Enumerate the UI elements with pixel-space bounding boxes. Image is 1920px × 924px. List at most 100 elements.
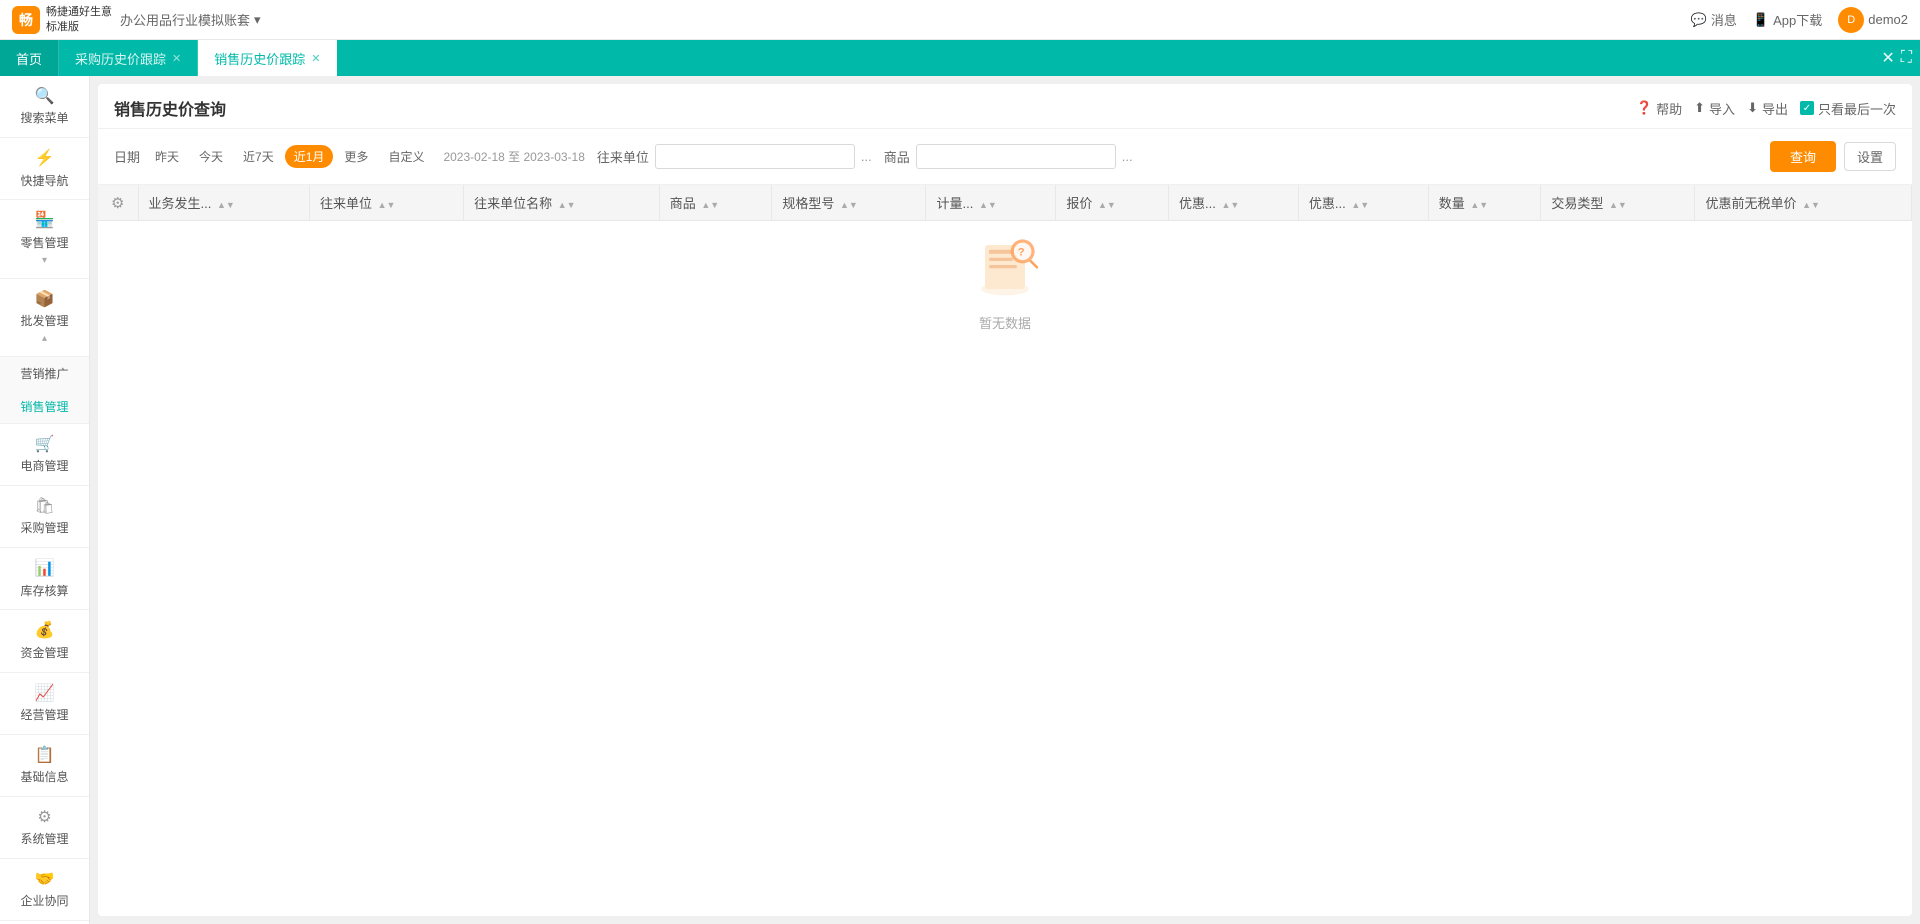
goods-label: 商品: [884, 147, 910, 166]
only-last-checkbox-group[interactable]: ✓ 只看最后一次: [1800, 99, 1896, 118]
sort-arrows-spec: ▲▼: [840, 200, 858, 210]
avatar: D: [1838, 7, 1864, 33]
message-button[interactable]: 💬 消息: [1691, 10, 1737, 29]
export-button[interactable]: ⬇ 导出: [1747, 99, 1788, 118]
purchase-icon: 🛍: [34, 496, 54, 518]
query-button[interactable]: 查询: [1770, 141, 1836, 172]
tab-purchase-history[interactable]: 采购历史价跟踪 ✕: [59, 40, 198, 76]
close-tab-sales[interactable]: ✕: [311, 52, 320, 65]
sidebar-item-purchase[interactable]: 🛍 采购管理: [0, 486, 89, 548]
help-button[interactable]: ❓ 帮助: [1636, 99, 1682, 118]
empty-state: ? 暂无数据: [98, 221, 1912, 332]
date-options: 昨天 今天 近7天 近1月 更多 自定义: [146, 145, 433, 168]
sidebar-item-sales-promotion[interactable]: 营销推广: [0, 357, 89, 390]
close-tab-purchase[interactable]: ✕: [172, 52, 181, 65]
app-download-button[interactable]: 📱 App下载: [1753, 10, 1822, 29]
enterprise-icon: 🤝: [35, 869, 55, 891]
table-col-goods[interactable]: 商品 ▲▼: [659, 185, 772, 221]
date-btn-1month[interactable]: 近1月: [285, 145, 334, 168]
table-col-qty[interactable]: 数量 ▲▼: [1428, 185, 1541, 221]
table-col-spec[interactable]: 规格型号 ▲▼: [772, 185, 926, 221]
sort-arrows-discount2: ▲▼: [1351, 200, 1369, 210]
operation-icon: 📈: [35, 683, 55, 705]
date-btn-7days[interactable]: 近7天: [234, 145, 283, 168]
sort-arrows-goods: ▲▼: [701, 200, 719, 210]
tab-home[interactable]: 首页: [0, 40, 59, 76]
table-col-settings[interactable]: ⚙: [98, 185, 138, 221]
sidebar-item-basic[interactable]: 📋 基础信息: [0, 735, 89, 797]
table-col-unit[interactable]: 计量... ▲▼: [926, 185, 1056, 221]
sort-arrows-unit: ▲▼: [979, 200, 997, 210]
sidebar-item-enterprise[interactable]: 🤝 企业协同: [0, 859, 89, 921]
table-col-discount1[interactable]: 优惠... ▲▼: [1168, 185, 1298, 221]
from-unit-label: 往来单位: [597, 147, 649, 166]
filter-bar: 日期 昨天 今天 近7天 近1月 更多 自定义 2023-02-18 至 202…: [98, 129, 1912, 185]
top-header: 畅 畅捷通好生意 标准版 办公用品行业模拟账套 ▾ 💬 消息 📱 App下载 D…: [0, 0, 1920, 40]
table-container: ⚙ 业务发生... ▲▼ 往来单位 ▲▼ 往来单位名称: [98, 185, 1912, 916]
empty-text: 暂无数据: [979, 313, 1031, 332]
sidebar-item-operation[interactable]: 📈 经营管理: [0, 673, 89, 735]
sidebar-item-quick-nav[interactable]: ⚡ 快捷导航: [0, 138, 89, 200]
ecom-icon: 🛒: [35, 434, 55, 456]
page-title: 销售历史价查询: [114, 96, 226, 120]
tab-sales-history[interactable]: 销售历史价跟踪 ✕: [198, 40, 337, 76]
goods-input[interactable]: [916, 144, 1116, 169]
table-col-discount2[interactable]: 优惠... ▲▼: [1298, 185, 1428, 221]
user-profile[interactable]: D demo2: [1838, 7, 1908, 33]
header-actions: ❓ 帮助 ⬆ 导入 ⬇ 导出 ✓ 只看最后一次: [1636, 99, 1896, 118]
message-icon: 💬: [1691, 12, 1707, 28]
table-col-unit-code[interactable]: 往来单位 ▲▼: [309, 185, 463, 221]
settings-button[interactable]: 设置: [1844, 142, 1896, 171]
wholesale-sub-menu: 营销推广 销售管理: [0, 357, 89, 424]
sidebar-item-wholesale[interactable]: 📦 批发管理 ▴: [0, 279, 89, 357]
system-icon: ⚙: [37, 807, 51, 829]
table-col-quote[interactable]: 报价 ▲▼: [1056, 185, 1169, 221]
goods-dots-button[interactable]: ...: [1122, 149, 1133, 164]
chevron-down-icon: ▾: [254, 12, 261, 28]
gear-icon[interactable]: ⚙: [111, 195, 124, 212]
sort-arrows-pretax-price: ▲▼: [1802, 200, 1820, 210]
table-col-unit-name[interactable]: 往来单位名称 ▲▼: [464, 185, 660, 221]
inventory-icon: 📊: [35, 558, 55, 580]
sort-arrows-unit-name: ▲▼: [558, 200, 576, 210]
from-unit-filter-group: 往来单位 ...: [597, 144, 872, 169]
quick-nav-icon: ⚡: [35, 148, 55, 170]
search-icon: 🔍: [35, 86, 55, 108]
from-unit-dots-button[interactable]: ...: [861, 149, 872, 164]
from-unit-input[interactable]: [655, 144, 855, 169]
sidebar-item-finance[interactable]: 💰 资金管理: [0, 610, 89, 672]
sort-arrows-discount1: ▲▼: [1221, 200, 1239, 210]
download-icon: 📱: [1753, 12, 1769, 28]
export-icon: ⬇: [1747, 100, 1758, 116]
sidebar: 🔍 搜索菜单 ⚡ 快捷导航 🏪 零售管理 ▾ 📦 批发管理 ▴ 营销推广 销售管…: [0, 76, 90, 924]
sidebar-item-inventory[interactable]: 📊 库存核算: [0, 548, 89, 610]
chevron-down-icon: ▾: [42, 254, 47, 268]
only-last-checkbox[interactable]: ✓: [1800, 101, 1814, 115]
empty-illustration: ?: [965, 221, 1045, 301]
import-button[interactable]: ⬆ 导入: [1694, 99, 1735, 118]
sidebar-item-ecom[interactable]: 🛒 电商管理: [0, 424, 89, 486]
sort-arrows-unit-code: ▲▼: [378, 200, 396, 210]
table-col-trade-type[interactable]: 交易类型 ▲▼: [1541, 185, 1695, 221]
sidebar-item-retail[interactable]: 🏪 零售管理 ▾: [0, 200, 89, 278]
date-filter-group: 日期 昨天 今天 近7天 近1月 更多 自定义 2023-02-18 至 202…: [114, 145, 585, 168]
sort-arrows-trade-type: ▲▼: [1609, 200, 1627, 210]
maximize-button[interactable]: ⛶: [1901, 49, 1912, 67]
close-all-tabs-button[interactable]: ✕: [1881, 48, 1894, 68]
page-header: 销售历史价查询 ❓ 帮助 ⬆ 导入 ⬇ 导出 ✓: [98, 84, 1912, 129]
sidebar-item-system[interactable]: ⚙ 系统管理: [0, 797, 89, 859]
date-btn-yesterday[interactable]: 昨天: [146, 145, 188, 168]
table-col-biz-date[interactable]: 业务发生... ▲▼: [138, 185, 309, 221]
workspace-selector[interactable]: 办公用品行业模拟账套 ▾: [120, 10, 261, 29]
table-col-pretax-price[interactable]: 优惠前无税单价 ▲▼: [1695, 185, 1912, 221]
sidebar-item-sales-mgmt[interactable]: 销售管理: [0, 390, 89, 423]
date-label: 日期: [114, 147, 140, 166]
sort-arrows-qty: ▲▼: [1470, 200, 1488, 210]
finance-icon: 💰: [35, 620, 55, 642]
date-btn-custom[interactable]: 自定义: [379, 145, 433, 168]
date-btn-more[interactable]: 更多: [335, 145, 377, 168]
logo-area: 畅 畅捷通好生意 标准版: [12, 5, 112, 34]
date-btn-today[interactable]: 今天: [190, 145, 232, 168]
help-icon: ❓: [1636, 100, 1652, 116]
sidebar-item-search[interactable]: 🔍 搜索菜单: [0, 76, 89, 138]
